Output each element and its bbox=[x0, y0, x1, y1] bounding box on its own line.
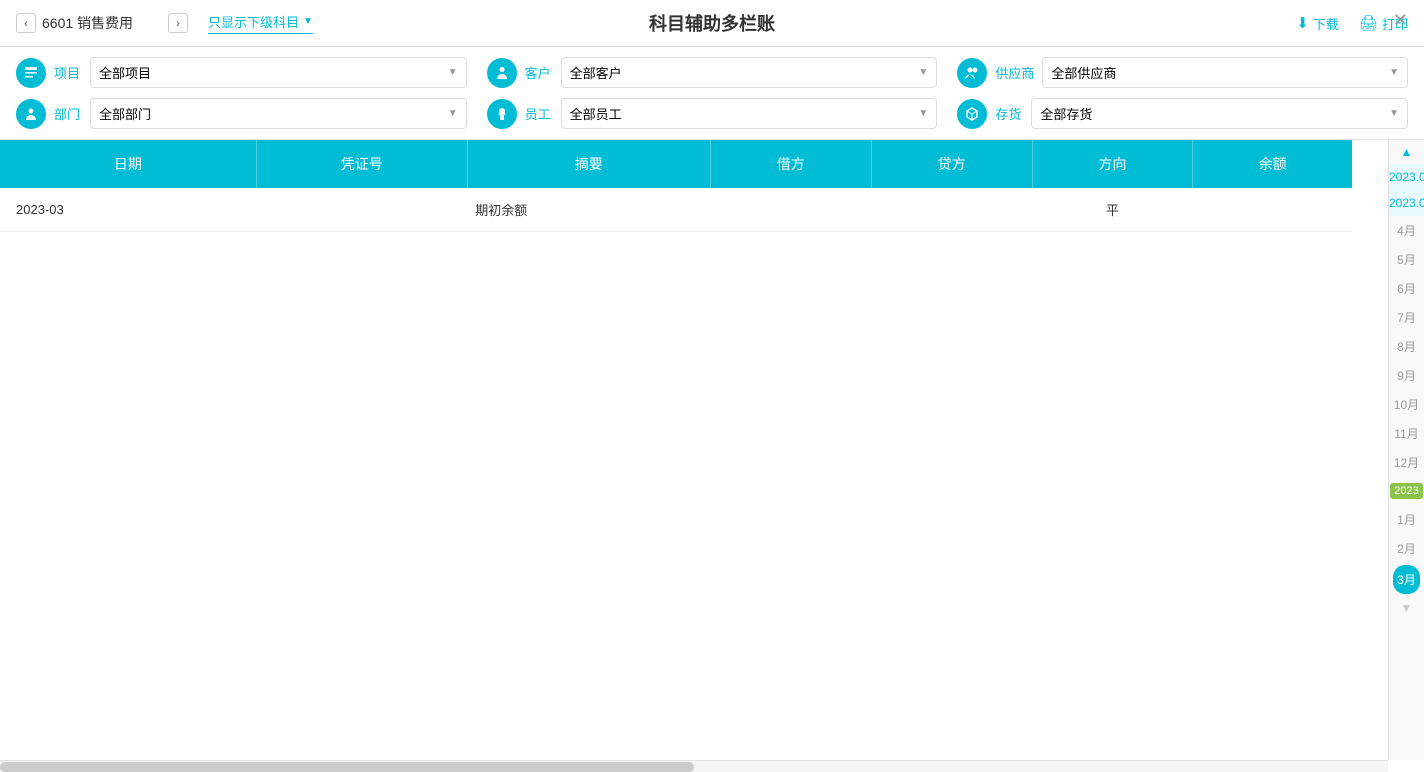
timeline-down-arrow[interactable]: ▼ bbox=[1389, 596, 1424, 620]
customer-value: 全部客户 bbox=[570, 63, 622, 82]
account-navigation: ‹ 6601 销售费用 › bbox=[16, 13, 188, 33]
department-label: 部门 bbox=[54, 104, 82, 123]
close-button[interactable]: ✕ bbox=[1393, 10, 1408, 31]
timeline-item-4[interactable]: 4月 bbox=[1389, 216, 1424, 245]
year-badge: 2023 bbox=[1390, 483, 1422, 499]
main-area: 日期 凭证号 摘要 借方 贷方 方向 余额 2023-03 期初余额 平 ▲ 2… bbox=[0, 140, 1424, 760]
supplier-filter: 供应商 全部供应商 ▼ bbox=[957, 57, 1408, 88]
cell-debit bbox=[710, 188, 871, 232]
show-sub-accounts[interactable]: 只显示下级科目 ▼ bbox=[208, 12, 313, 34]
timeline-item-1[interactable]: 1月 bbox=[1389, 505, 1424, 534]
download-button[interactable]: ⬇ 下载 bbox=[1296, 14, 1339, 33]
timeline-item-3-active[interactable]: 3月 bbox=[1393, 565, 1420, 594]
table-row: 2023-03 期初余额 平 bbox=[0, 188, 1352, 232]
inventory-chevron: ▼ bbox=[1389, 108, 1399, 119]
department-select[interactable]: 全部部门 ▼ bbox=[90, 98, 467, 129]
project-filter: 项目 全部项目 ▼ bbox=[16, 57, 467, 88]
timeline-panel: ▲ 2023.03 2023.03 4月 5月 6月 7月 8月 9月 10月 … bbox=[1388, 140, 1424, 760]
show-sub-chevron: ▼ bbox=[303, 16, 313, 27]
timeline-item-6[interactable]: 6月 bbox=[1389, 274, 1424, 303]
employee-select[interactable]: 全部员工 ▼ bbox=[561, 98, 938, 129]
timeline-item-7[interactable]: 7月 bbox=[1389, 303, 1424, 332]
cell-voucher bbox=[256, 188, 467, 232]
timeline-item-12[interactable]: 12月 bbox=[1389, 448, 1424, 477]
department-filter: 部门 全部部门 ▼ bbox=[16, 98, 467, 129]
col-date: 日期 bbox=[0, 140, 256, 188]
inventory-icon bbox=[957, 99, 987, 129]
department-chevron: ▼ bbox=[448, 108, 458, 119]
department-value: 全部部门 bbox=[99, 104, 151, 123]
filter-bar: 项目 全部项目 ▼ 客户 全部客户 ▼ 供应商 全部供应商 ▼ 部门 全部部门 bbox=[0, 47, 1424, 140]
timeline-item-8[interactable]: 8月 bbox=[1389, 332, 1424, 361]
top-bar: ‹ 6601 销售费用 › 只显示下级科目 ▼ 科目辅助多栏账 ⬇ 下载 🖨 打… bbox=[0, 0, 1424, 47]
account-code-name: 6601 销售费用 bbox=[42, 13, 162, 33]
next-account-button[interactable]: › bbox=[168, 13, 188, 33]
inventory-select[interactable]: 全部存货 ▼ bbox=[1031, 98, 1408, 129]
customer-filter: 客户 全部客户 ▼ bbox=[487, 57, 938, 88]
cell-summary: 期初余额 bbox=[467, 188, 710, 232]
timeline-item-2023-03-2[interactable]: 2023.03 bbox=[1389, 190, 1424, 216]
col-balance: 余额 bbox=[1193, 140, 1352, 188]
employee-chevron: ▼ bbox=[918, 108, 928, 119]
customer-label: 客户 bbox=[525, 63, 553, 82]
inventory-value: 全部存货 bbox=[1040, 104, 1092, 123]
page-title: 科目辅助多栏账 bbox=[649, 10, 775, 36]
timeline-item-2[interactable]: 2月 bbox=[1389, 534, 1424, 563]
timeline-item-5[interactable]: 5月 bbox=[1389, 245, 1424, 274]
cell-date: 2023-03 bbox=[0, 188, 256, 232]
show-sub-label: 只显示下级科目 bbox=[208, 12, 299, 31]
top-actions: ⬇ 下载 🖨 打印 bbox=[1296, 14, 1408, 33]
col-credit: 贷方 bbox=[871, 140, 1032, 188]
project-chevron: ▼ bbox=[448, 67, 458, 78]
project-label: 项目 bbox=[54, 63, 82, 82]
col-debit: 借方 bbox=[710, 140, 871, 188]
supplier-select[interactable]: 全部供应商 ▼ bbox=[1042, 57, 1408, 88]
timeline-year-2023[interactable]: 2023 bbox=[1389, 477, 1424, 505]
timeline-item-9[interactable]: 9月 bbox=[1389, 361, 1424, 390]
employee-value: 全部员工 bbox=[570, 104, 622, 123]
employee-filter: 员工 全部员工 ▼ bbox=[487, 98, 938, 129]
col-summary: 摘要 bbox=[467, 140, 710, 188]
employee-icon bbox=[487, 99, 517, 129]
timeline-item-10[interactable]: 10月 bbox=[1389, 390, 1424, 419]
download-icon: ⬇ bbox=[1296, 14, 1309, 32]
table-header-row: 日期 凭证号 摘要 借方 贷方 方向 余额 bbox=[0, 140, 1352, 188]
col-voucher: 凭证号 bbox=[256, 140, 467, 188]
employee-label: 员工 bbox=[525, 104, 553, 123]
prev-account-button[interactable]: ‹ bbox=[16, 13, 36, 33]
project-icon bbox=[16, 58, 46, 88]
cell-credit bbox=[871, 188, 1032, 232]
inventory-filter: 存货 全部存货 ▼ bbox=[957, 98, 1408, 129]
supplier-label: 供应商 bbox=[995, 63, 1034, 82]
timeline-item-2023-03-1[interactable]: 2023.03 bbox=[1389, 164, 1424, 190]
project-value: 全部项目 bbox=[99, 63, 151, 82]
table-container[interactable]: 日期 凭证号 摘要 借方 贷方 方向 余额 2023-03 期初余额 平 bbox=[0, 140, 1352, 760]
supplier-chevron: ▼ bbox=[1389, 67, 1399, 78]
timeline-up-arrow[interactable]: ▲ bbox=[1389, 140, 1424, 164]
print-icon: 🖨 bbox=[1359, 14, 1378, 32]
customer-select[interactable]: 全部客户 ▼ bbox=[561, 57, 938, 88]
scrollbar-thumb[interactable] bbox=[0, 762, 694, 772]
customer-icon bbox=[487, 58, 517, 88]
cell-balance bbox=[1193, 188, 1352, 232]
customer-chevron: ▼ bbox=[918, 67, 928, 78]
project-select[interactable]: 全部项目 ▼ bbox=[90, 57, 467, 88]
col-direction: 方向 bbox=[1032, 140, 1193, 188]
timeline-item-11[interactable]: 11月 bbox=[1389, 419, 1424, 448]
inventory-label: 存货 bbox=[995, 104, 1023, 123]
horizontal-scrollbar[interactable] bbox=[0, 760, 1388, 772]
supplier-icon bbox=[957, 58, 987, 88]
cell-direction: 平 bbox=[1032, 188, 1193, 232]
ledger-table: 日期 凭证号 摘要 借方 贷方 方向 余额 2023-03 期初余额 平 bbox=[0, 140, 1352, 232]
supplier-value: 全部供应商 bbox=[1051, 63, 1116, 82]
department-icon bbox=[16, 99, 46, 129]
